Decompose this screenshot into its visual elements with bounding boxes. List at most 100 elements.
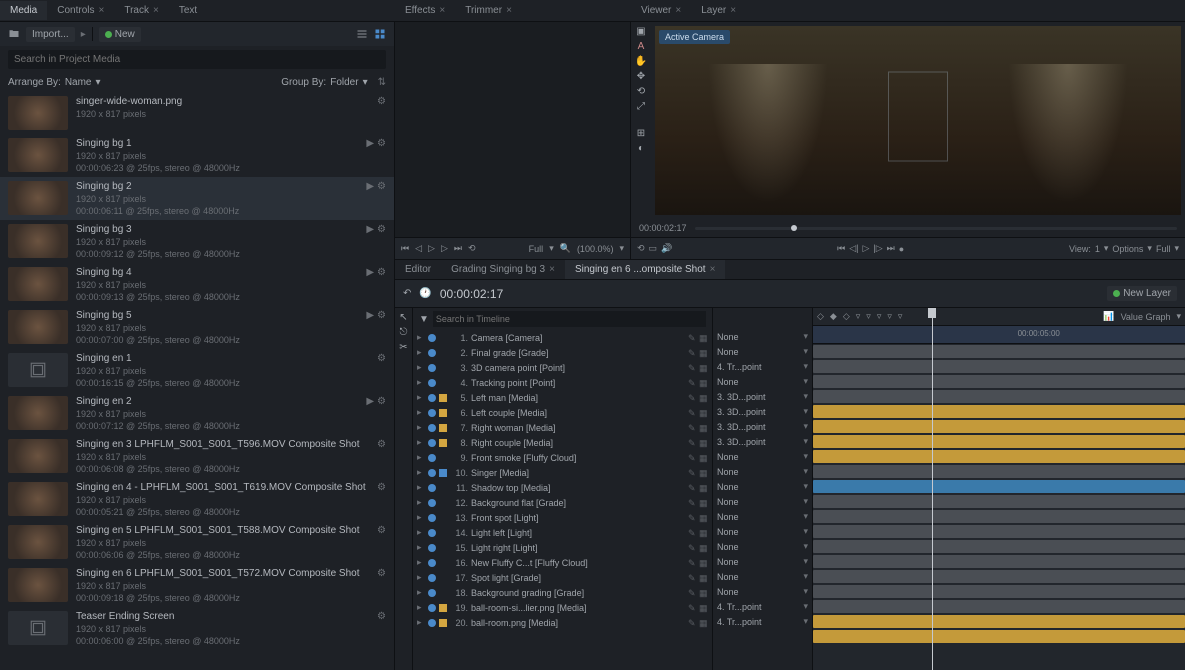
parent-row[interactable]: 4. Tr...point▾ <box>713 599 812 614</box>
track-row[interactable] <box>813 344 1185 359</box>
expand-icon[interactable]: ▸ <box>417 617 425 628</box>
visibility-icon[interactable] <box>428 559 436 567</box>
marker-icon[interactable]: ▿ <box>866 311 871 322</box>
cube-icon[interactable]: ▦ <box>699 543 708 552</box>
visibility-icon[interactable] <box>428 604 436 612</box>
layer-row[interactable]: ▸6.Left couple [Media]✎▦ <box>413 405 712 420</box>
skip-end-icon[interactable]: ⏭ <box>887 243 895 254</box>
visibility-icon[interactable] <box>428 349 436 357</box>
gear-icon[interactable]: ⚙ <box>377 439 386 450</box>
cube-icon[interactable]: ▦ <box>699 498 708 507</box>
track-clip[interactable] <box>813 420 1185 433</box>
play-icon[interactable]: ▷ <box>862 243 869 254</box>
parent-row[interactable]: None▾ <box>713 479 812 494</box>
chevron-down-icon[interactable]: ▾ <box>803 406 808 417</box>
layer-row[interactable]: ▸8.Right couple [Media]✎▦ <box>413 435 712 450</box>
tab-singing-en-6-omposite-shot[interactable]: Singing en 6 ...omposite Shot× <box>565 260 725 279</box>
parent-row[interactable]: None▾ <box>713 509 812 524</box>
parent-row[interactable]: 4. Tr...point▾ <box>713 359 812 374</box>
track-clip[interactable] <box>813 615 1185 628</box>
expand-icon[interactable]: ▸ <box>417 527 425 538</box>
track-clip[interactable] <box>813 390 1185 403</box>
value-graph-button[interactable]: Value Graph <box>1121 312 1171 322</box>
layer-row[interactable]: ▸19.ball-room-si...lier.png [Media]✎▦ <box>413 600 712 615</box>
track-clip[interactable] <box>813 375 1185 388</box>
parent-row[interactable]: 4. Tr...point▾ <box>713 614 812 629</box>
audio-icon[interactable]: 🔊 <box>661 243 672 254</box>
cube-icon[interactable]: ▦ <box>699 558 708 567</box>
expand-icon[interactable]: ▸ <box>417 332 425 343</box>
visibility-icon[interactable] <box>428 454 436 462</box>
parent-row[interactable]: None▾ <box>713 329 812 344</box>
hand-icon[interactable]: ✋ <box>635 56 647 67</box>
visibility-icon[interactable] <box>428 424 436 432</box>
search-input[interactable] <box>8 50 386 69</box>
next-frame-icon[interactable]: |▷ <box>873 243 882 254</box>
tab-layer[interactable]: Layer× <box>691 1 746 20</box>
expand-icon[interactable]: ▸ <box>417 557 425 568</box>
visibility-icon[interactable] <box>428 484 436 492</box>
expand-icon[interactable]: ▸ <box>417 542 425 553</box>
track-clip[interactable] <box>813 540 1185 553</box>
chevron-down-icon[interactable]: ▾ <box>803 421 808 432</box>
folder-icon[interactable] <box>8 28 20 40</box>
expand-icon[interactable]: ▸ <box>417 482 425 493</box>
media-item[interactable]: Singing en 21920 x 817 pixels00:00:07:12… <box>0 392 394 435</box>
camera-badge[interactable]: Active Camera <box>659 30 730 44</box>
track-clip[interactable] <box>813 510 1185 523</box>
text-icon[interactable]: A <box>638 41 645 52</box>
track-row[interactable] <box>813 374 1185 389</box>
cube-icon[interactable]: ▦ <box>699 438 708 447</box>
new-layer-button[interactable]: New Layer <box>1107 286 1177 301</box>
track-clip[interactable] <box>813 450 1185 463</box>
snap-icon[interactable]: ⊞ <box>637 128 645 139</box>
track-row[interactable] <box>813 539 1185 554</box>
expand-icon[interactable]: ▸ <box>417 452 425 463</box>
track-clip[interactable] <box>813 435 1185 448</box>
visibility-icon[interactable] <box>428 619 436 627</box>
layer-row[interactable]: ▸13.Front spot [Light]✎▦ <box>413 510 712 525</box>
cube-icon[interactable]: ▦ <box>699 393 708 402</box>
play-icon[interactable]: ▶ <box>366 267 374 278</box>
visibility-icon[interactable] <box>428 439 436 447</box>
edit-icon[interactable]: ✎ <box>688 378 697 387</box>
group-value[interactable]: Folder <box>330 77 358 88</box>
tab-controls[interactable]: Controls× <box>47 1 114 20</box>
layer-row[interactable]: ▸2.Final grade [Grade]✎▦ <box>413 345 712 360</box>
cube-icon[interactable]: ▦ <box>699 348 708 357</box>
track-clip[interactable] <box>813 555 1185 568</box>
edit-icon[interactable]: ✎ <box>688 618 697 627</box>
media-item[interactable]: Teaser Ending Screen1920 x 817 pixels00:… <box>0 607 394 650</box>
cube-icon[interactable]: ▦ <box>699 573 708 582</box>
mask-icon[interactable]: ◐ <box>638 143 644 154</box>
parent-row[interactable]: None▾ <box>713 569 812 584</box>
parent-row[interactable]: None▾ <box>713 584 812 599</box>
expand-icon[interactable]: ▸ <box>417 512 425 523</box>
expand-icon[interactable]: ▸ <box>417 377 425 388</box>
chevron-down-icon[interactable]: ▾ <box>803 436 808 447</box>
edit-icon[interactable]: ✎ <box>688 468 697 477</box>
kf-prev-icon[interactable]: ◇ <box>817 311 824 322</box>
view-list-icon[interactable] <box>356 28 368 40</box>
options-button[interactable]: Options <box>1112 244 1143 254</box>
cube-icon[interactable]: ▦ <box>699 468 708 477</box>
track-clip[interactable] <box>813 345 1185 358</box>
chevron-down-icon[interactable]: ▾ <box>803 556 808 567</box>
track-row[interactable] <box>813 434 1185 449</box>
play-icon[interactable]: ▶ <box>366 181 374 192</box>
expand-icon[interactable]: ▸ <box>417 497 425 508</box>
track-clip[interactable] <box>813 525 1185 538</box>
layer-row[interactable]: ▸11.Shadow top [Media]✎▦ <box>413 480 712 495</box>
close-icon[interactable]: × <box>439 5 445 16</box>
visibility-icon[interactable] <box>428 544 436 552</box>
track-row[interactable] <box>813 449 1185 464</box>
track-row[interactable] <box>813 599 1185 614</box>
track-clip[interactable] <box>813 360 1185 373</box>
viewer-scrubber[interactable] <box>695 227 1177 230</box>
edit-icon[interactable]: ✎ <box>688 393 697 402</box>
track-clip[interactable] <box>813 495 1185 508</box>
track-row[interactable] <box>813 509 1185 524</box>
full-button[interactable]: Full <box>1156 244 1171 254</box>
track-row[interactable] <box>813 524 1185 539</box>
play-icon[interactable]: ▷ <box>428 243 435 254</box>
